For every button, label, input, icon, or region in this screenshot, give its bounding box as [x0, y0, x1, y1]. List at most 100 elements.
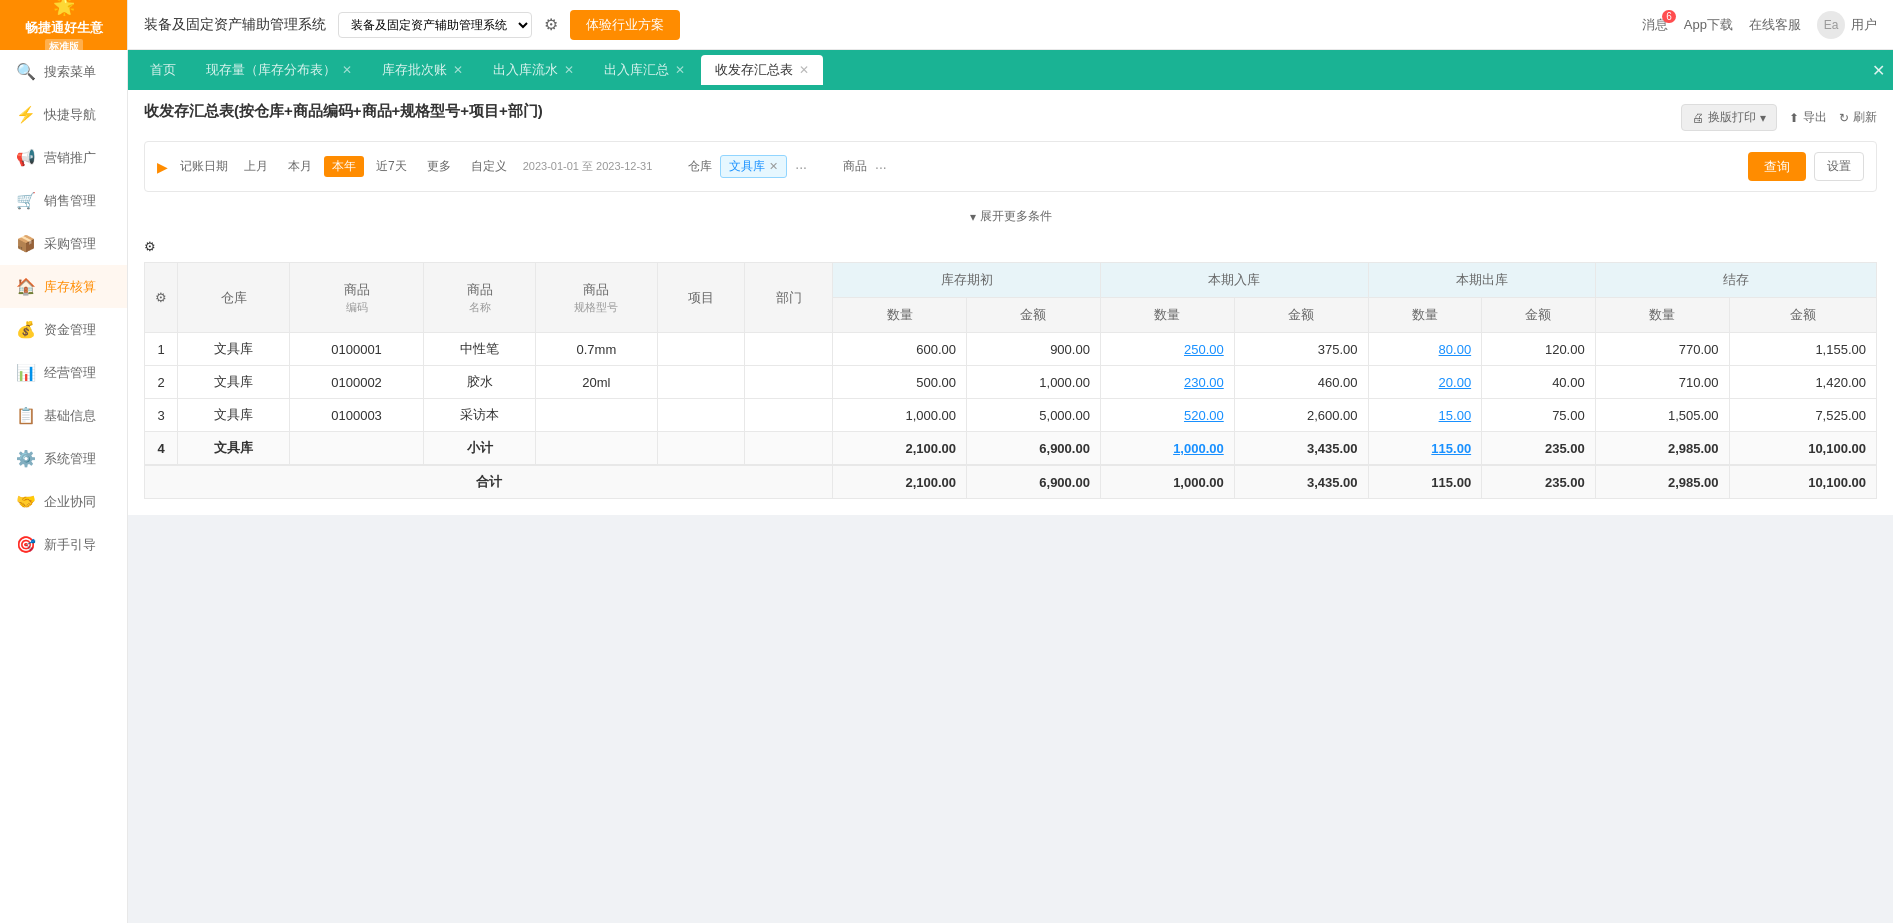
cell-spec: 20ml	[536, 366, 657, 399]
purchase-icon: 📦	[16, 234, 36, 253]
cell-open-amt: 5,000.00	[967, 399, 1101, 432]
tab-flow[interactable]: 出入库流水 ✕	[479, 55, 588, 85]
inventory-icon: 🏠	[16, 277, 36, 296]
table-row: 1 文具库 0100001 中性笔 0.7mm 600.00 900.00 25…	[145, 333, 1877, 366]
in-qty-link[interactable]: 250.00	[1184, 342, 1224, 357]
cell-name: 采访本	[423, 399, 535, 432]
date-btn-7days[interactable]: 近7天	[368, 156, 415, 177]
date-btn-this-month[interactable]: 本月	[280, 156, 320, 177]
tab-recv-summary-close[interactable]: ✕	[799, 63, 809, 77]
tab-stock-dist-close[interactable]: ✕	[342, 63, 352, 77]
cell-out-qty: 115.00	[1368, 432, 1482, 466]
sidebar-item-collab[interactable]: 🤝 企业协同	[0, 480, 127, 523]
filter-toggle[interactable]: ▶	[157, 159, 168, 175]
cell-out-amt: 235.00	[1482, 432, 1596, 466]
cell-open-amt: 900.00	[967, 333, 1101, 366]
tab-batch[interactable]: 库存批次账 ✕	[368, 55, 477, 85]
footer-label: 合计	[145, 465, 833, 499]
out-qty-link[interactable]: 80.00	[1439, 342, 1472, 357]
cell-code	[290, 432, 424, 466]
out-qty-link[interactable]: 115.00	[1431, 441, 1471, 456]
cell-bal-qty: 710.00	[1595, 366, 1729, 399]
footer-out-qty: 115.00	[1368, 465, 1482, 499]
filter-right: 查询 设置	[1748, 152, 1864, 181]
th-in-amt: 金额	[1234, 298, 1368, 333]
table-toolbar: ⚙	[144, 231, 1877, 262]
cell-name: 中性笔	[423, 333, 535, 366]
sidebar-item-sales[interactable]: 🛒 销售管理	[0, 179, 127, 222]
date-btn-this-year[interactable]: 本年	[324, 156, 364, 177]
cell-out-amt: 75.00	[1482, 399, 1596, 432]
gear-icon[interactable]: ⚙	[544, 15, 558, 34]
warehouse-tag-remove[interactable]: ✕	[769, 160, 778, 173]
warehouse-more-btn[interactable]: ···	[795, 159, 807, 175]
try-button[interactable]: 体验行业方案	[570, 10, 680, 40]
out-qty-link[interactable]: 15.00	[1439, 408, 1472, 423]
tab-batch-close[interactable]: ✕	[453, 63, 463, 77]
tabs-close-all[interactable]: ✕	[1872, 61, 1885, 80]
basic-icon: 📋	[16, 406, 36, 425]
tab-summary-close[interactable]: ✕	[675, 63, 685, 77]
cell-warehouse: 文具库	[178, 399, 290, 432]
sidebar-item-inventory[interactable]: 🏠 库存核算	[0, 265, 127, 308]
toolbar-gear[interactable]: ⚙	[144, 239, 156, 254]
cell-in-qty: 230.00	[1100, 366, 1234, 399]
export-button[interactable]: ⬆ 导出	[1789, 109, 1827, 126]
sidebar-item-purchase[interactable]: 📦 采购管理	[0, 222, 127, 265]
user-label[interactable]: 用户	[1851, 16, 1877, 34]
refresh-button[interactable]: ↻ 刷新	[1839, 109, 1877, 126]
table-footer-row: 合计 2,100.00 6,900.00 1,000.00 3,435.00 1…	[145, 465, 1877, 499]
th-bal-qty: 数量	[1595, 298, 1729, 333]
online-service-link[interactable]: 在线客服	[1749, 16, 1801, 34]
date-btn-custom[interactable]: 自定义	[463, 156, 515, 177]
data-table: ⚙ 仓库 商品编码 商品名称 商品规格型号 项目 部门 库存期初 本期入库 本期…	[144, 262, 1877, 499]
query-button[interactable]: 查询	[1748, 152, 1806, 181]
tab-home[interactable]: 首页	[136, 55, 190, 85]
goods-more-btn[interactable]: ···	[875, 159, 887, 175]
in-qty-link[interactable]: 520.00	[1184, 408, 1224, 423]
date-btn-more[interactable]: 更多	[419, 156, 459, 177]
sidebar-item-quick[interactable]: ⚡ 快捷导航	[0, 93, 127, 136]
sidebar-item-marketing[interactable]: 📢 营销推广	[0, 136, 127, 179]
th-out-amt: 金额	[1482, 298, 1596, 333]
cell-index: 3	[145, 399, 178, 432]
date-btn-last-month[interactable]: 上月	[236, 156, 276, 177]
in-qty-link[interactable]: 1,000.00	[1173, 441, 1224, 456]
footer-bal-qty: 2,985.00	[1595, 465, 1729, 499]
app-download-link[interactable]: App下载	[1684, 16, 1733, 34]
filter-bar: ▶ 记账日期 上月 本月 本年 近7天 更多 自定义 2023-01-01 至 …	[144, 141, 1877, 192]
tab-recv-summary[interactable]: 收发存汇总表 ✕	[701, 55, 823, 85]
th-warehouse: 仓库	[178, 263, 290, 333]
in-qty-link[interactable]: 230.00	[1184, 375, 1224, 390]
cell-project	[657, 366, 745, 399]
print-button[interactable]: 🖨 换版打印 ▾	[1681, 104, 1777, 131]
cell-open-qty: 1,000.00	[833, 399, 967, 432]
sidebar-item-system[interactable]: ⚙️ 系统管理	[0, 437, 127, 480]
cell-out-amt: 40.00	[1482, 366, 1596, 399]
sidebar-item-finance[interactable]: 💰 资金管理	[0, 308, 127, 351]
cell-open-qty: 2,100.00	[833, 432, 967, 466]
th-open-group: 库存期初	[833, 263, 1101, 298]
sidebar-item-search[interactable]: 🔍 搜索菜单	[0, 50, 127, 93]
out-qty-link[interactable]: 20.00	[1439, 375, 1472, 390]
sidebar-item-guide[interactable]: 🎯 新手引导	[0, 523, 127, 566]
logo-icon: 🌟	[53, 0, 75, 17]
settings-button[interactable]: 设置	[1814, 152, 1864, 181]
message-badge[interactable]: 消息 6	[1642, 16, 1668, 34]
tab-flow-close[interactable]: ✕	[564, 63, 574, 77]
system-selector[interactable]: 装备及固定资产辅助管理系统	[338, 12, 532, 38]
tab-stock-dist[interactable]: 现存量（库存分布表） ✕	[192, 55, 366, 85]
sidebar-item-basic[interactable]: 📋 基础信息	[0, 394, 127, 437]
tab-summary[interactable]: 出入库汇总 ✕	[590, 55, 699, 85]
refresh-icon: ↻	[1839, 111, 1849, 125]
tab-recv-summary-label: 收发存汇总表	[715, 61, 793, 79]
tab-stock-dist-label: 现存量（库存分布表）	[206, 61, 336, 79]
date-buttons: 上月 本月 本年 近7天 更多 自定义	[236, 156, 515, 177]
header-left: 装备及固定资产辅助管理系统 装备及固定资产辅助管理系统 ⚙ 体验行业方案	[144, 10, 680, 40]
cell-warehouse: 文具库	[178, 333, 290, 366]
sidebar-item-operation[interactable]: 📊 经营管理	[0, 351, 127, 394]
cell-dept	[745, 366, 833, 399]
print-dropdown-icon: ▾	[1760, 111, 1766, 125]
expand-more-btn[interactable]: ▾ 展开更多条件	[970, 208, 1052, 225]
date-filter-section: 记账日期 上月 本月 本年 近7天 更多 自定义 2023-01-01 至 20…	[180, 156, 652, 177]
